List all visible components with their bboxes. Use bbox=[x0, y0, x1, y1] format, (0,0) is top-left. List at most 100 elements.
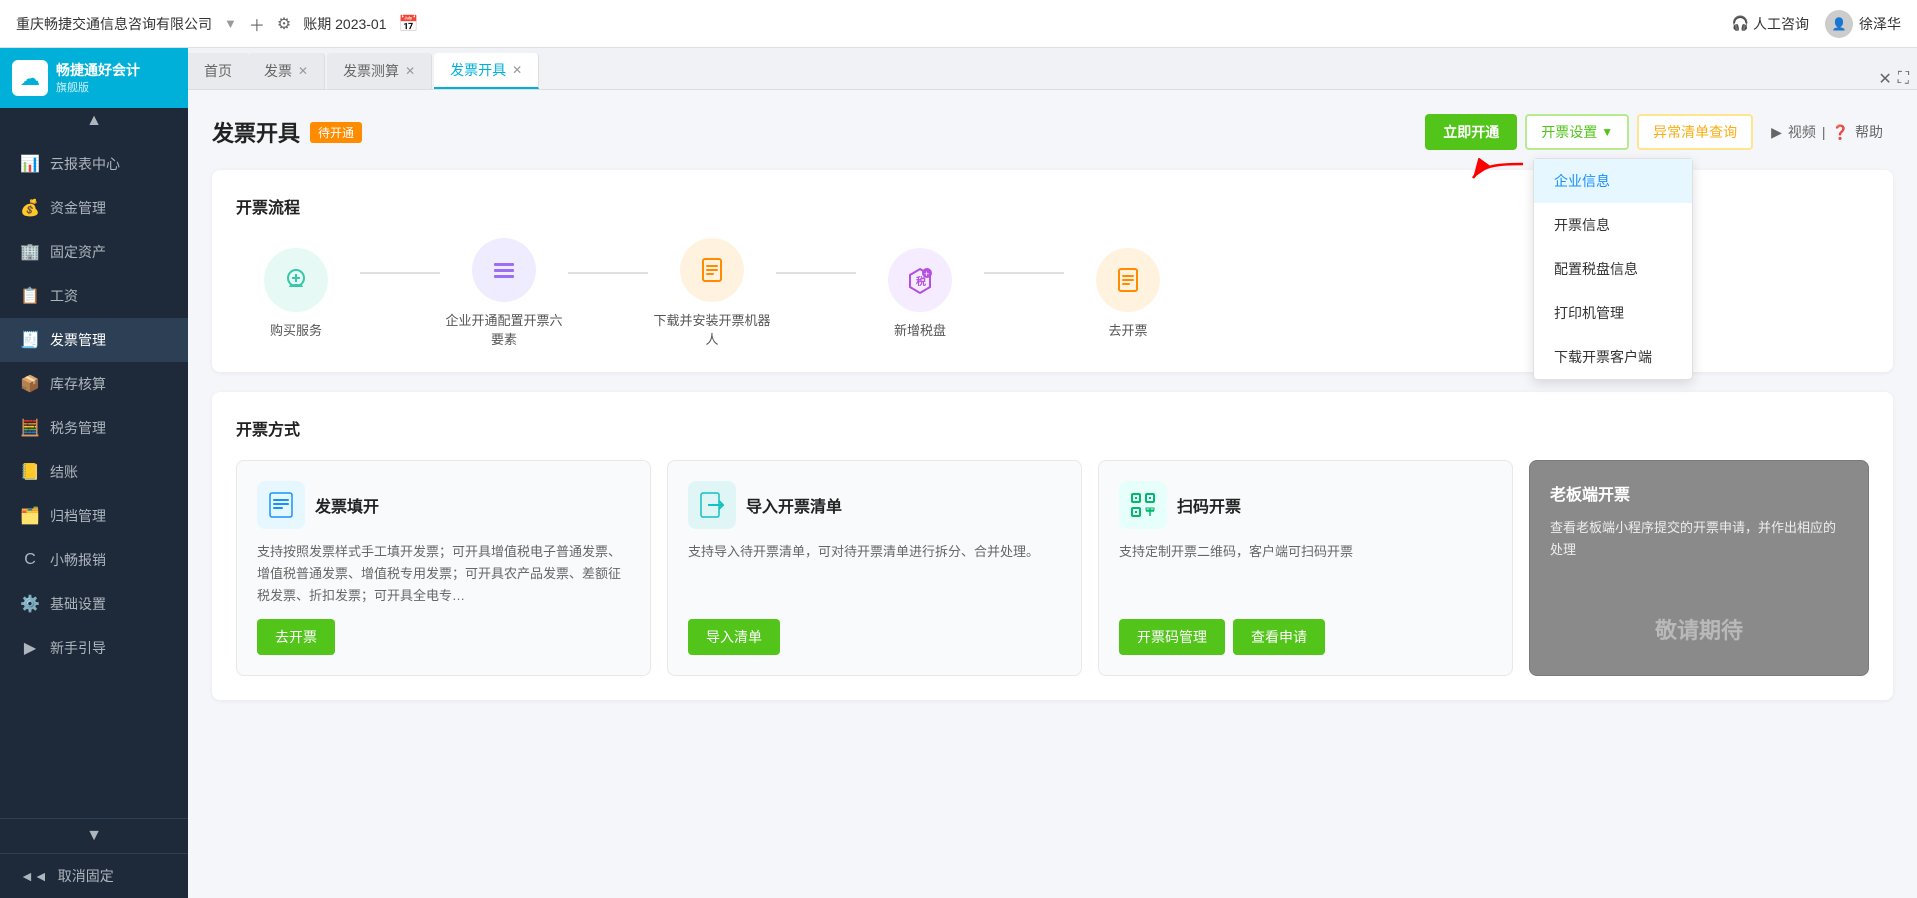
sidebar-item-fixed-assets[interactable]: 🏢 固定资产 bbox=[0, 230, 188, 274]
page-header: 发票开具 待开通 立即开通 开票设置 ▼ 异常清单查询 ▶ 视频 | ❓ bbox=[212, 114, 1893, 150]
report-icon: C bbox=[20, 551, 40, 569]
sidebar-item-report[interactable]: C 小畅报销 bbox=[0, 538, 188, 582]
fill-icon bbox=[257, 481, 305, 529]
avatar: 👤 bbox=[1825, 10, 1853, 38]
invoice-icon: 🧾 bbox=[20, 330, 40, 350]
anomaly-list-button[interactable]: 异常清单查询 bbox=[1637, 114, 1753, 150]
sidebar-item-settings[interactable]: ⚙️ 基础设置 bbox=[0, 582, 188, 626]
invoice-methods: 发票填开 支持按照发票样式手工填开发票；可开具增值税电子普通发票、增值税普通发票… bbox=[236, 460, 1869, 676]
settings-icon[interactable]: ⚙ bbox=[277, 14, 291, 34]
headset-icon: 🎧 bbox=[1732, 15, 1749, 32]
methods-section-title: 开票方式 bbox=[236, 416, 1869, 440]
tab-invoice-issue-close[interactable]: ✕ bbox=[512, 63, 522, 77]
tax-icon: 🧮 bbox=[20, 418, 40, 438]
chevron-down-icon[interactable]: ▼ bbox=[224, 16, 237, 31]
sidebar-cancel-pin[interactable]: ◄◄ 取消固定 bbox=[0, 853, 188, 898]
config-icon bbox=[472, 238, 536, 302]
maximize-icon[interactable]: ⛶ bbox=[1898, 70, 1909, 88]
sidebar-logo: ☁ 畅捷通好会计 旗舰版 bbox=[0, 48, 188, 108]
flow-divider-3 bbox=[776, 272, 856, 274]
sidebar-item-accounting[interactable]: 📒 结账 bbox=[0, 450, 188, 494]
tab-home[interactable]: 首页 bbox=[188, 53, 248, 89]
sidebar-item-invoice[interactable]: 🧾 发票管理 bbox=[0, 318, 188, 362]
import-list-button[interactable]: 导入清单 bbox=[688, 619, 780, 655]
sidebar-scroll-up[interactable]: ▲ bbox=[0, 108, 188, 134]
calendar-icon[interactable]: 📅 bbox=[399, 14, 419, 34]
method-fill-header: 发票填开 bbox=[257, 481, 630, 529]
method-card-import: 导入开票清单 支持导入待开票清单，可对待开票清单进行拆分、合并处理。 导入清单 bbox=[667, 460, 1082, 676]
method-scan-header: 扫码开票 bbox=[1119, 481, 1492, 529]
manage-code-button[interactable]: 开票码管理 bbox=[1119, 619, 1225, 655]
play-icon: ▶ bbox=[1771, 124, 1782, 141]
close-window-icon[interactable]: ✕ bbox=[1878, 69, 1891, 89]
dropdown-tax-config[interactable]: 配置税盘信息 bbox=[1534, 247, 1692, 291]
flow-divider-1 bbox=[360, 272, 440, 274]
scan-actions: 开票码管理 查看申请 bbox=[1119, 619, 1492, 655]
company-name[interactable]: 重庆畅捷交通信息咨询有限公司 bbox=[16, 14, 212, 34]
sidebar-item-payroll[interactable]: 📋 工资 bbox=[0, 274, 188, 318]
settings-nav-icon: ⚙️ bbox=[20, 594, 40, 614]
dropdown-printer[interactable]: 打印机管理 bbox=[1534, 291, 1692, 335]
overlay-text: 敬请期待 bbox=[1530, 613, 1868, 645]
open-now-button[interactable]: 立即开通 bbox=[1425, 114, 1517, 150]
flow-step-add-tax: 税 + 新增税盘 bbox=[860, 248, 980, 339]
fixed-assets-icon: 🏢 bbox=[20, 242, 40, 262]
flow-step-issue: 去开票 bbox=[1068, 248, 1188, 339]
dropdown-download-client[interactable]: 下载开票客户端 bbox=[1534, 335, 1692, 379]
tab-invoice[interactable]: 发票 ✕ bbox=[248, 53, 325, 89]
tab-bar-right: ✕ ⛶ bbox=[1870, 69, 1917, 89]
dropdown-company-info[interactable]: 企业信息 bbox=[1534, 159, 1692, 203]
buy-icon bbox=[264, 248, 328, 312]
tab-invoice-calc[interactable]: 发票测算 ✕ bbox=[327, 53, 432, 89]
help-icon: ❓ bbox=[1832, 124, 1849, 141]
method-card-boss: 老板端开票 查看老板端小程序提交的开票申请，并作出相应的处理 敬请期待 bbox=[1529, 460, 1869, 676]
content-area: 首页 发票 ✕ 发票测算 ✕ 发票开具 ✕ ✕ ⛶ bbox=[188, 48, 1917, 898]
sidebar-scroll-down[interactable]: ▼ bbox=[0, 818, 188, 853]
tab-bar: 首页 发票 ✕ 发票测算 ✕ 发票开具 ✕ ✕ ⛶ bbox=[188, 48, 1917, 90]
invoice-settings-button[interactable]: 开票设置 ▼ bbox=[1525, 114, 1629, 150]
sidebar-item-inventory[interactable]: 📦 库存核算 bbox=[0, 362, 188, 406]
flow-step-buy: 购买服务 bbox=[236, 248, 356, 339]
flow-step-config: 企业开通配置开票六要素 bbox=[444, 238, 564, 348]
tab-invoice-close[interactable]: ✕ bbox=[298, 64, 308, 78]
payroll-icon: 📋 bbox=[20, 286, 40, 306]
scan-icon bbox=[1119, 481, 1167, 529]
sidebar-item-cloud-report[interactable]: 📊 云报表中心 bbox=[0, 142, 188, 186]
fill-actions: 去开票 bbox=[257, 619, 630, 655]
sidebar-nav: 📊 云报表中心 💰 资金管理 🏢 固定资产 📋 工资 🧾 发票管理 📦 bbox=[0, 134, 188, 818]
flow-divider-2 bbox=[568, 272, 648, 274]
sidebar: ☁ 畅捷通好会计 旗舰版 ▲ 📊 云报表中心 💰 资金管理 🏢 固定资产 📋 bbox=[0, 48, 188, 898]
dropdown-invoice-info[interactable]: 开票信息 bbox=[1534, 203, 1692, 247]
chevron-down-settings-icon: ▼ bbox=[1601, 125, 1613, 139]
method-card-scan: 扫码开票 支持定制开票二维码，客户端可扫码开票 开票码管理 查看申请 bbox=[1098, 460, 1513, 676]
import-icon bbox=[688, 481, 736, 529]
fund-icon: 💰 bbox=[20, 198, 40, 218]
settings-dropdown: 企业信息 开票信息 配置税盘信息 打印机管理 下载开票客户端 bbox=[1533, 158, 1693, 380]
video-help-button[interactable]: ▶ 视频 | ❓ 帮助 bbox=[1761, 116, 1893, 148]
view-apply-button[interactable]: 查看申请 bbox=[1233, 619, 1325, 655]
svg-text:+: + bbox=[924, 269, 929, 279]
chevron-down-icon: ▼ bbox=[86, 827, 102, 845]
page-title-row: 发票开具 待开通 bbox=[212, 116, 362, 148]
page-title: 发票开具 bbox=[212, 116, 300, 148]
service-button[interactable]: 🎧 人工咨询 bbox=[1732, 14, 1809, 34]
header-actions: 立即开通 开票设置 ▼ 异常清单查询 ▶ 视频 | ❓ 帮助 bbox=[1425, 114, 1893, 150]
method-import-header: 导入开票清单 bbox=[688, 481, 1061, 529]
add-icon[interactable]: ＋ bbox=[249, 12, 265, 36]
user-info[interactable]: 👤 徐泽华 bbox=[1825, 10, 1901, 38]
tab-invoice-issue[interactable]: 发票开具 ✕ bbox=[434, 53, 539, 89]
method-boss-header: 老板端开票 bbox=[1550, 481, 1848, 505]
sidebar-item-fund[interactable]: 💰 资金管理 bbox=[0, 186, 188, 230]
red-arrow bbox=[1463, 158, 1533, 194]
tab-invoice-calc-close[interactable]: ✕ bbox=[405, 64, 415, 78]
go-issue-button[interactable]: 去开票 bbox=[257, 619, 335, 655]
inventory-icon: 📦 bbox=[20, 374, 40, 394]
sidebar-item-archive[interactable]: 🗂️ 归档管理 bbox=[0, 494, 188, 538]
flow-divider-4 bbox=[984, 272, 1064, 274]
sidebar-item-tax[interactable]: 🧮 税务管理 bbox=[0, 406, 188, 450]
sidebar-item-guide[interactable]: ▶ 新手引导 bbox=[0, 626, 188, 670]
guide-icon: ▶ bbox=[20, 638, 40, 658]
issue-icon bbox=[1096, 248, 1160, 312]
add-tax-icon: 税 + bbox=[888, 248, 952, 312]
method-card-fill: 发票填开 支持按照发票样式手工填开发票；可开具增值税电子普通发票、增值税普通发票… bbox=[236, 460, 651, 676]
